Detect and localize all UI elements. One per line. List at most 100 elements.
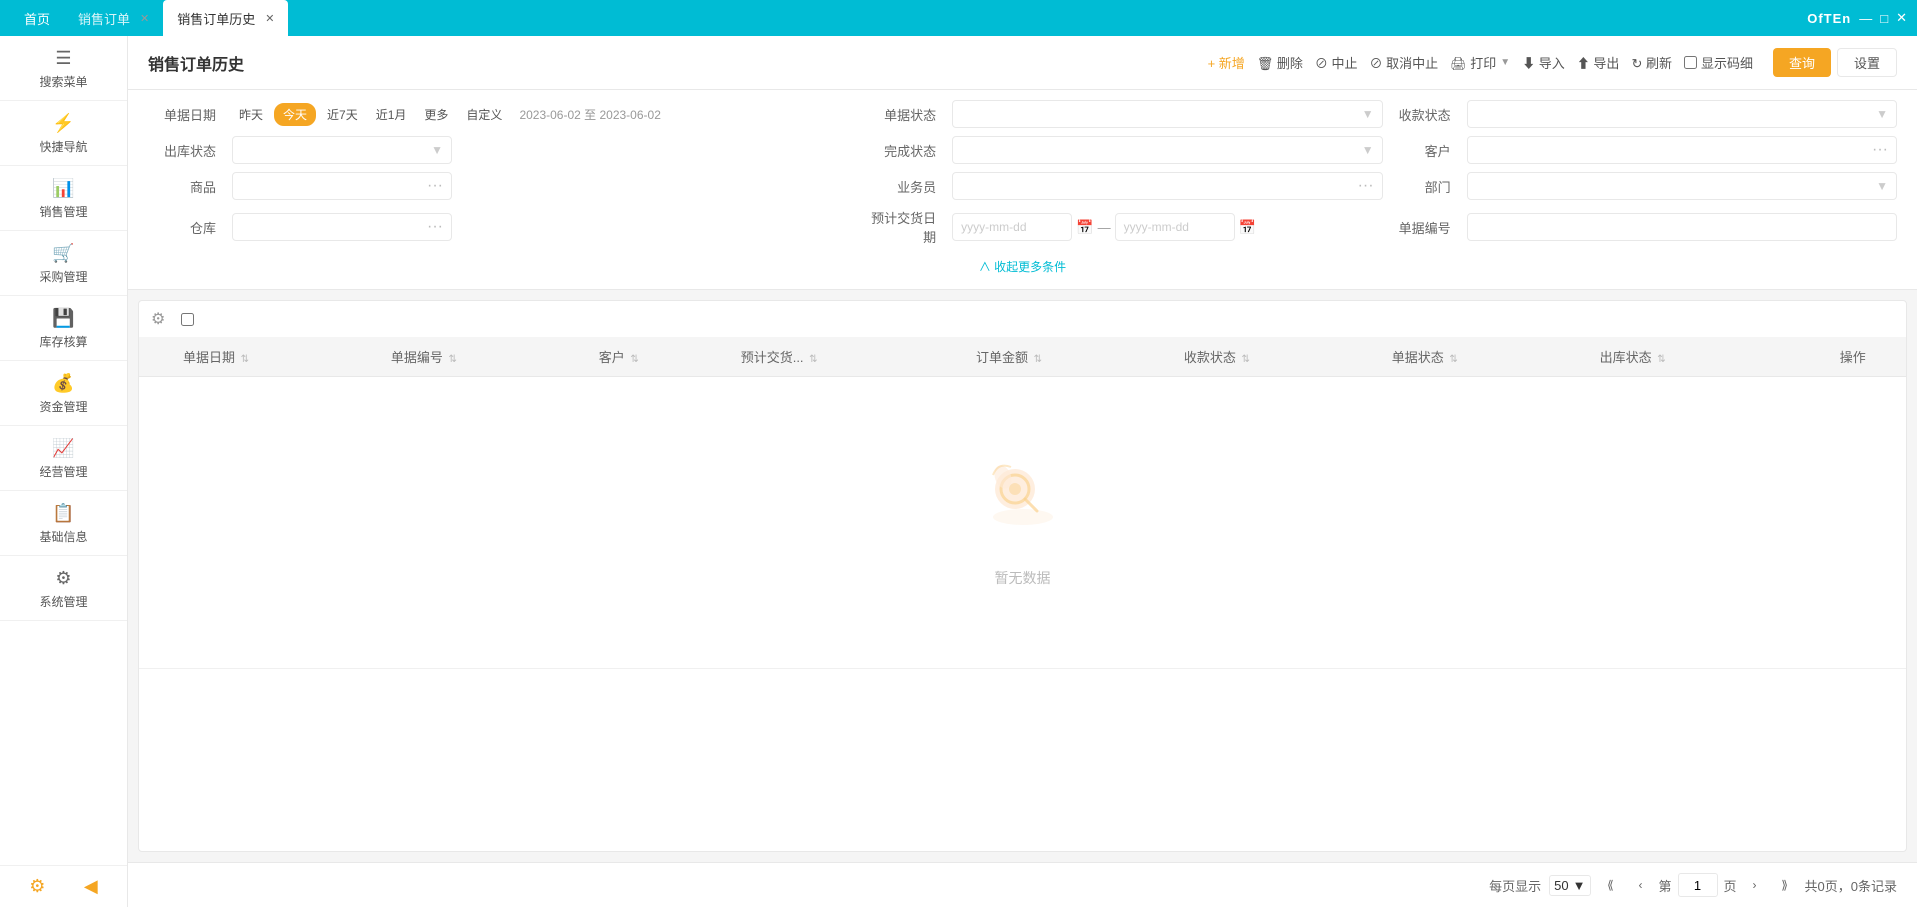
dept-select[interactable]: ▼	[1467, 172, 1897, 200]
date-btn-yesterday[interactable]: 昨天	[232, 103, 270, 126]
filter-row-4: 仓库 ··· 预计交货日期 yyyy-mm-dd 📅 —	[148, 208, 1897, 246]
display-cols-toggle[interactable]: 显示码细	[1684, 53, 1753, 72]
th-customer-sort[interactable]: ⇅	[630, 354, 638, 365]
sidebar-item-quick-nav[interactable]: ⚡ 快捷导航	[0, 101, 127, 166]
next-page-btn[interactable]: ›	[1743, 873, 1767, 897]
filter-row-3: 商品 ··· 业务员 ··· 部门	[148, 172, 1897, 200]
th-payment-status[interactable]: 收款状态 ⇅	[1176, 337, 1384, 377]
date-btn-7days[interactable]: 近7天	[320, 103, 365, 126]
query-btn[interactable]: 查询	[1773, 48, 1831, 77]
tab-sales-order-close[interactable]: ✕	[140, 12, 149, 25]
export-btn[interactable]: ⬆ 导出	[1577, 53, 1620, 72]
th-order-status[interactable]: 单据状态 ⇅	[1384, 337, 1592, 377]
sidebar-item-base-info[interactable]: 📋 基础信息	[0, 491, 127, 556]
sidebar-collapse-icon[interactable]: ◀	[84, 876, 98, 897]
complete-status-arrow: ▼	[1362, 143, 1374, 157]
payment-status-filter: 收款状态 ▼	[1383, 100, 1897, 128]
last-page-btn[interactable]: ⟫	[1773, 873, 1797, 897]
date-btn-more[interactable]: 更多	[417, 103, 455, 126]
th-amount[interactable]: 订单金额 ⇅	[968, 337, 1176, 377]
base-info-icon: 📋	[52, 503, 74, 524]
sidebar-item-inventory[interactable]: 💾 库存核算	[0, 296, 127, 361]
minimize-btn[interactable]: —	[1859, 11, 1872, 26]
sidebar-item-label-search: 搜索菜单	[39, 73, 87, 90]
product-filter: 商品 ···	[148, 172, 868, 200]
sidebar-item-sales-mgmt[interactable]: 📊 销售管理	[0, 166, 127, 231]
sidebar-settings-icon[interactable]: ⚙	[29, 876, 45, 897]
delivery-status-select[interactable]: ▼	[232, 136, 452, 164]
date-btn-today[interactable]: 今天	[274, 103, 316, 126]
calendar-start-icon[interactable]: 📅	[1076, 219, 1093, 236]
stop-btn[interactable]: ⊘ 中止	[1315, 53, 1358, 72]
page-title: 销售订单历史	[148, 51, 244, 87]
settings-btn[interactable]: 设置	[1837, 48, 1897, 77]
toolbar: + 新增 🗑 删除 ⊘ 中止 ⊘ 取消中止 🖨 打印 ▼ ⬇ 导入 ⬆ 导出 ↻…	[1208, 48, 1897, 89]
salesman-input[interactable]: ···	[952, 172, 1382, 200]
sidebar-item-finance[interactable]: 💰 资金管理	[0, 361, 127, 426]
date-separator: —	[1098, 220, 1111, 235]
product-input[interactable]: ···	[232, 172, 452, 200]
expected-date-end-placeholder: yyyy-mm-dd	[1124, 220, 1189, 234]
import-btn[interactable]: ⬇ 导入	[1522, 53, 1565, 72]
th-expected-sort[interactable]: ⇅	[809, 354, 817, 365]
cancel-stop-btn[interactable]: ⊘ 取消中止	[1370, 53, 1439, 72]
prev-page-btn[interactable]: ‹	[1629, 873, 1653, 897]
display-cols-checkbox[interactable]	[1684, 56, 1697, 69]
th-order-no-sort[interactable]: ⇅	[449, 354, 457, 365]
th-order-no[interactable]: 单据编号 ⇅	[383, 337, 591, 377]
salesman-dots-icon: ···	[1358, 177, 1374, 195]
refresh-btn[interactable]: ↻ 刷新	[1631, 53, 1672, 72]
payment-status-select[interactable]: ▼	[1467, 100, 1897, 128]
th-date-sort[interactable]: ⇅	[241, 354, 249, 365]
dept-filter: 部门 ▼	[1383, 172, 1897, 200]
delete-btn[interactable]: 🗑 删除	[1257, 53, 1303, 72]
page-input[interactable]	[1678, 873, 1718, 897]
empty-text: 暂无数据	[995, 568, 1051, 588]
th-expected-date[interactable]: 预计交货... ⇅	[733, 337, 968, 377]
th-customer[interactable]: 客户 ⇅	[591, 337, 733, 377]
sidebar-item-purchase-mgmt[interactable]: 🛒 采购管理	[0, 231, 127, 296]
sidebar-item-search-menu[interactable]: ☰ 搜索菜单	[0, 36, 127, 101]
first-page-btn[interactable]: ⟪	[1599, 873, 1623, 897]
tab-home[interactable]: 首页	[10, 0, 64, 36]
select-all-checkbox[interactable]	[181, 313, 194, 326]
table-wrap: 单据日期 ⇅ 单据编号 ⇅ 客户 ⇅	[139, 337, 1906, 851]
th-order-status-sort[interactable]: ⇅	[1449, 354, 1457, 365]
expected-date-filter: 预计交货日期 yyyy-mm-dd 📅 — yyyy-mm-dd 📅	[868, 208, 1382, 246]
per-page-select[interactable]: 50 ▼	[1549, 875, 1590, 896]
payment-status-arrow: ▼	[1876, 107, 1888, 121]
th-delivery-sort[interactable]: ⇅	[1657, 354, 1665, 365]
th-amount-sort[interactable]: ⇅	[1034, 354, 1042, 365]
print-btn[interactable]: 🖨 打印 ▼	[1450, 53, 1510, 72]
table-header: 单据日期 ⇅ 单据编号 ⇅ 客户 ⇅	[139, 337, 1906, 377]
new-btn[interactable]: + 新增	[1208, 53, 1245, 72]
th-delivery-status[interactable]: 出库状态 ⇅	[1592, 337, 1800, 377]
tab-home-label: 首页	[24, 9, 50, 28]
window-controls: OfTEn — □ ✕	[1807, 10, 1907, 26]
date-btn-custom[interactable]: 自定义	[459, 103, 509, 126]
th-payment-sort[interactable]: ⇅	[1242, 354, 1250, 365]
finance-icon: 💰	[52, 373, 74, 394]
expected-date-end[interactable]: yyyy-mm-dd	[1115, 213, 1235, 241]
collapse-more-btn[interactable]: ∧ 收起更多条件	[148, 254, 1897, 279]
order-status-select[interactable]: ▼	[952, 100, 1382, 128]
tab-history-close[interactable]: ✕	[265, 12, 274, 25]
purchase-mgmt-icon: 🛒	[52, 243, 74, 264]
date-btn-1month[interactable]: 近1月	[369, 103, 414, 126]
expected-date-start[interactable]: yyyy-mm-dd	[952, 213, 1072, 241]
th-action-label: 操作	[1840, 350, 1866, 365]
calendar-end-icon[interactable]: 📅	[1239, 219, 1256, 236]
complete-status-select[interactable]: ▼	[952, 136, 1382, 164]
warehouse-input[interactable]: ···	[232, 213, 452, 241]
table-settings-icon[interactable]: ⚙	[151, 309, 165, 329]
th-date[interactable]: 单据日期 ⇅	[175, 337, 383, 377]
tab-sales-order[interactable]: 销售订单 ✕	[64, 0, 163, 36]
maximize-btn[interactable]: □	[1880, 11, 1888, 26]
tab-sales-order-history-label: 销售订单历史	[177, 9, 255, 28]
customer-input[interactable]: ···	[1467, 136, 1897, 164]
tab-sales-order-history[interactable]: 销售订单历史 ✕	[163, 0, 288, 36]
sidebar-item-sys-mgmt[interactable]: ⚙ 系统管理	[0, 556, 127, 621]
order-no-input[interactable]	[1467, 213, 1897, 241]
close-btn[interactable]: ✕	[1896, 10, 1907, 26]
sidebar-item-operations[interactable]: 📈 经营管理	[0, 426, 127, 491]
